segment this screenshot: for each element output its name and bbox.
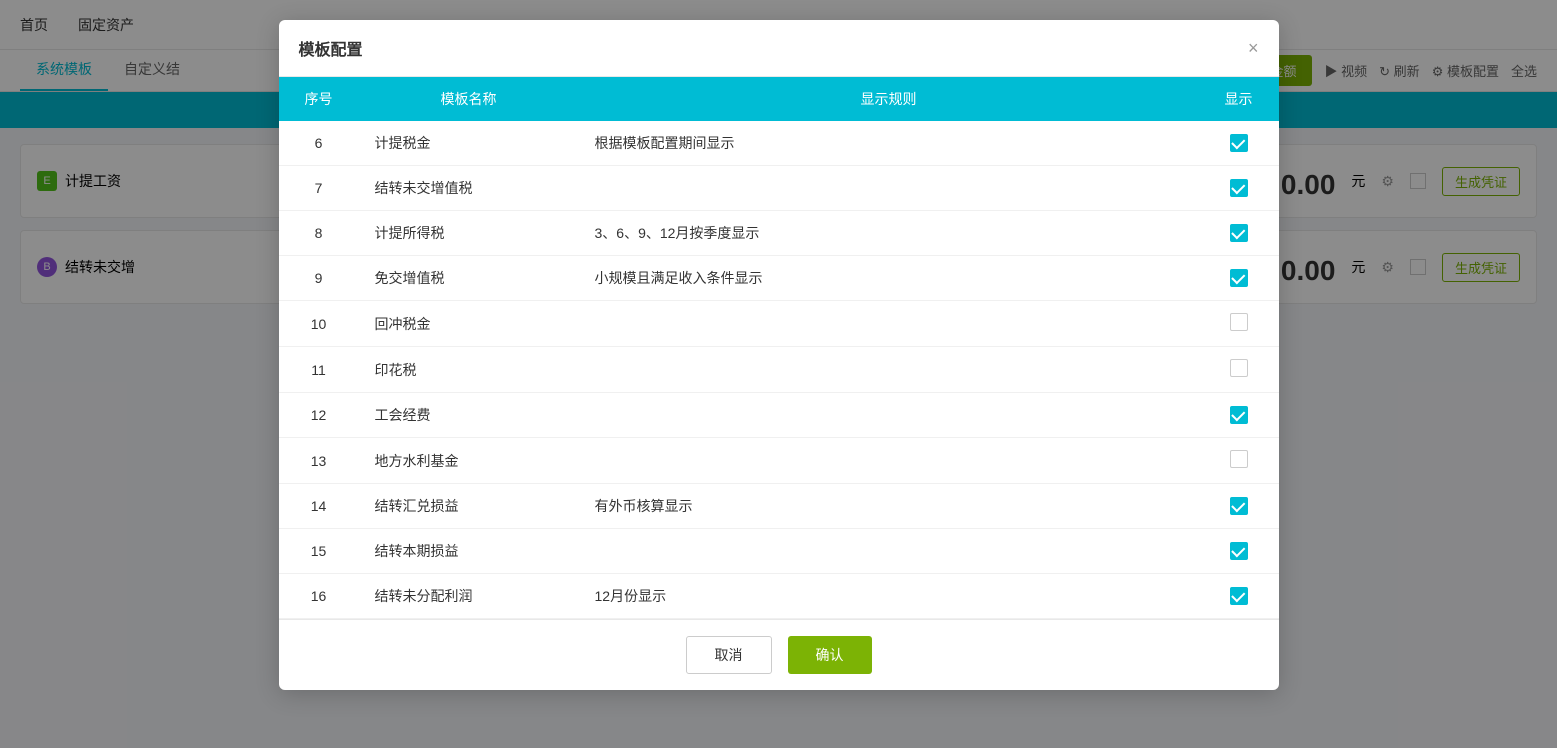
cell-rule: 根据模板配置期间显示 [579,121,1199,166]
modal-overlay: 模板配置 × 序号 模板名称 显示规则 显示 6计提税金根据模板配置期间 [0,0,1557,748]
table-row: 15结转本期损益 [279,529,1279,574]
cell-display [1199,484,1279,529]
cell-display [1199,301,1279,347]
cell-display [1199,438,1279,484]
cell-name: 工会经费 [359,393,579,438]
table-row: 12工会经费 [279,393,1279,438]
table-row: 13地方水利基金 [279,438,1279,484]
table-row: 14结转汇兑损益有外币核算显示 [279,484,1279,529]
display-checkbox-16[interactable] [1230,587,1248,605]
modal-title: 模板配置 [299,36,363,60]
cell-seq: 9 [279,256,359,301]
display-checkbox-11[interactable] [1230,359,1248,377]
cell-name: 回冲税金 [359,301,579,347]
table-row: 10回冲税金 [279,301,1279,347]
cell-display [1199,256,1279,301]
col-seq: 序号 [279,77,359,121]
table-row: 8计提所得税3、6、9、12月按季度显示 [279,211,1279,256]
table-header: 序号 模板名称 显示规则 显示 [279,77,1279,121]
display-checkbox-14[interactable] [1230,497,1248,515]
cell-seq: 13 [279,438,359,484]
display-checkbox-6[interactable] [1230,134,1248,152]
table-row: 16结转未分配利润12月份显示 [279,574,1279,619]
display-checkbox-9[interactable] [1230,269,1248,287]
cell-seq: 10 [279,301,359,347]
cell-seq: 16 [279,574,359,619]
cell-rule [579,393,1199,438]
cell-seq: 6 [279,121,359,166]
cell-rule [579,347,1199,393]
cell-name: 地方水利基金 [359,438,579,484]
cell-display [1199,121,1279,166]
cell-display [1199,211,1279,256]
cell-rule [579,529,1199,574]
cell-name: 计提所得税 [359,211,579,256]
cell-name: 计提税金 [359,121,579,166]
config-table: 序号 模板名称 显示规则 显示 6计提税金根据模板配置期间显示7结转未交增值税8… [279,77,1279,619]
display-checkbox-8[interactable] [1230,224,1248,242]
cell-name: 结转汇兑损益 [359,484,579,529]
cell-display [1199,529,1279,574]
cell-display [1199,166,1279,211]
cell-name: 结转未分配利润 [359,574,579,619]
background-page: 首页 固定资产 系统模板 自定义结 测算金额 ▶ 视频 ↻ 刷新 ⚙ 模板配置 … [0,0,1557,748]
cell-rule: 有外币核算显示 [579,484,1199,529]
cell-name: 印花税 [359,347,579,393]
cell-name: 结转本期损益 [359,529,579,574]
cell-seq: 15 [279,529,359,574]
cell-name: 结转未交增值税 [359,166,579,211]
display-checkbox-12[interactable] [1230,406,1248,424]
table-row: 7结转未交增值税 [279,166,1279,211]
modal-header: 模板配置 × [279,20,1279,77]
cell-display [1199,393,1279,438]
cell-display [1199,347,1279,393]
cancel-button[interactable]: 取消 [686,636,772,674]
modal-template-config: 模板配置 × 序号 模板名称 显示规则 显示 6计提税金根据模板配置期间 [279,20,1279,690]
modal-footer: 取消 确认 [279,619,1279,690]
display-checkbox-15[interactable] [1230,542,1248,560]
cell-rule [579,301,1199,347]
cell-rule: 3、6、9、12月按季度显示 [579,211,1199,256]
confirm-button[interactable]: 确认 [788,636,872,674]
modal-body: 序号 模板名称 显示规则 显示 6计提税金根据模板配置期间显示7结转未交增值税8… [279,77,1279,619]
table-row: 9免交增值税小规模且满足收入条件显示 [279,256,1279,301]
cell-seq: 14 [279,484,359,529]
table-row: 6计提税金根据模板配置期间显示 [279,121,1279,166]
cell-rule [579,438,1199,484]
cell-seq: 11 [279,347,359,393]
col-name: 模板名称 [359,77,579,121]
cell-rule: 小规模且满足收入条件显示 [579,256,1199,301]
cell-name: 免交增值税 [359,256,579,301]
display-checkbox-10[interactable] [1230,313,1248,331]
cell-seq: 8 [279,211,359,256]
cell-display [1199,574,1279,619]
table-body: 6计提税金根据模板配置期间显示7结转未交增值税8计提所得税3、6、9、12月按季… [279,121,1279,619]
cell-rule [579,166,1199,211]
table-row: 11印花税 [279,347,1279,393]
cell-rule: 12月份显示 [579,574,1199,619]
col-display: 显示 [1199,77,1279,121]
display-checkbox-7[interactable] [1230,179,1248,197]
modal-close-button[interactable]: × [1248,39,1259,57]
cell-seq: 12 [279,393,359,438]
cell-seq: 7 [279,166,359,211]
display-checkbox-13[interactable] [1230,450,1248,468]
col-rule: 显示规则 [579,77,1199,121]
